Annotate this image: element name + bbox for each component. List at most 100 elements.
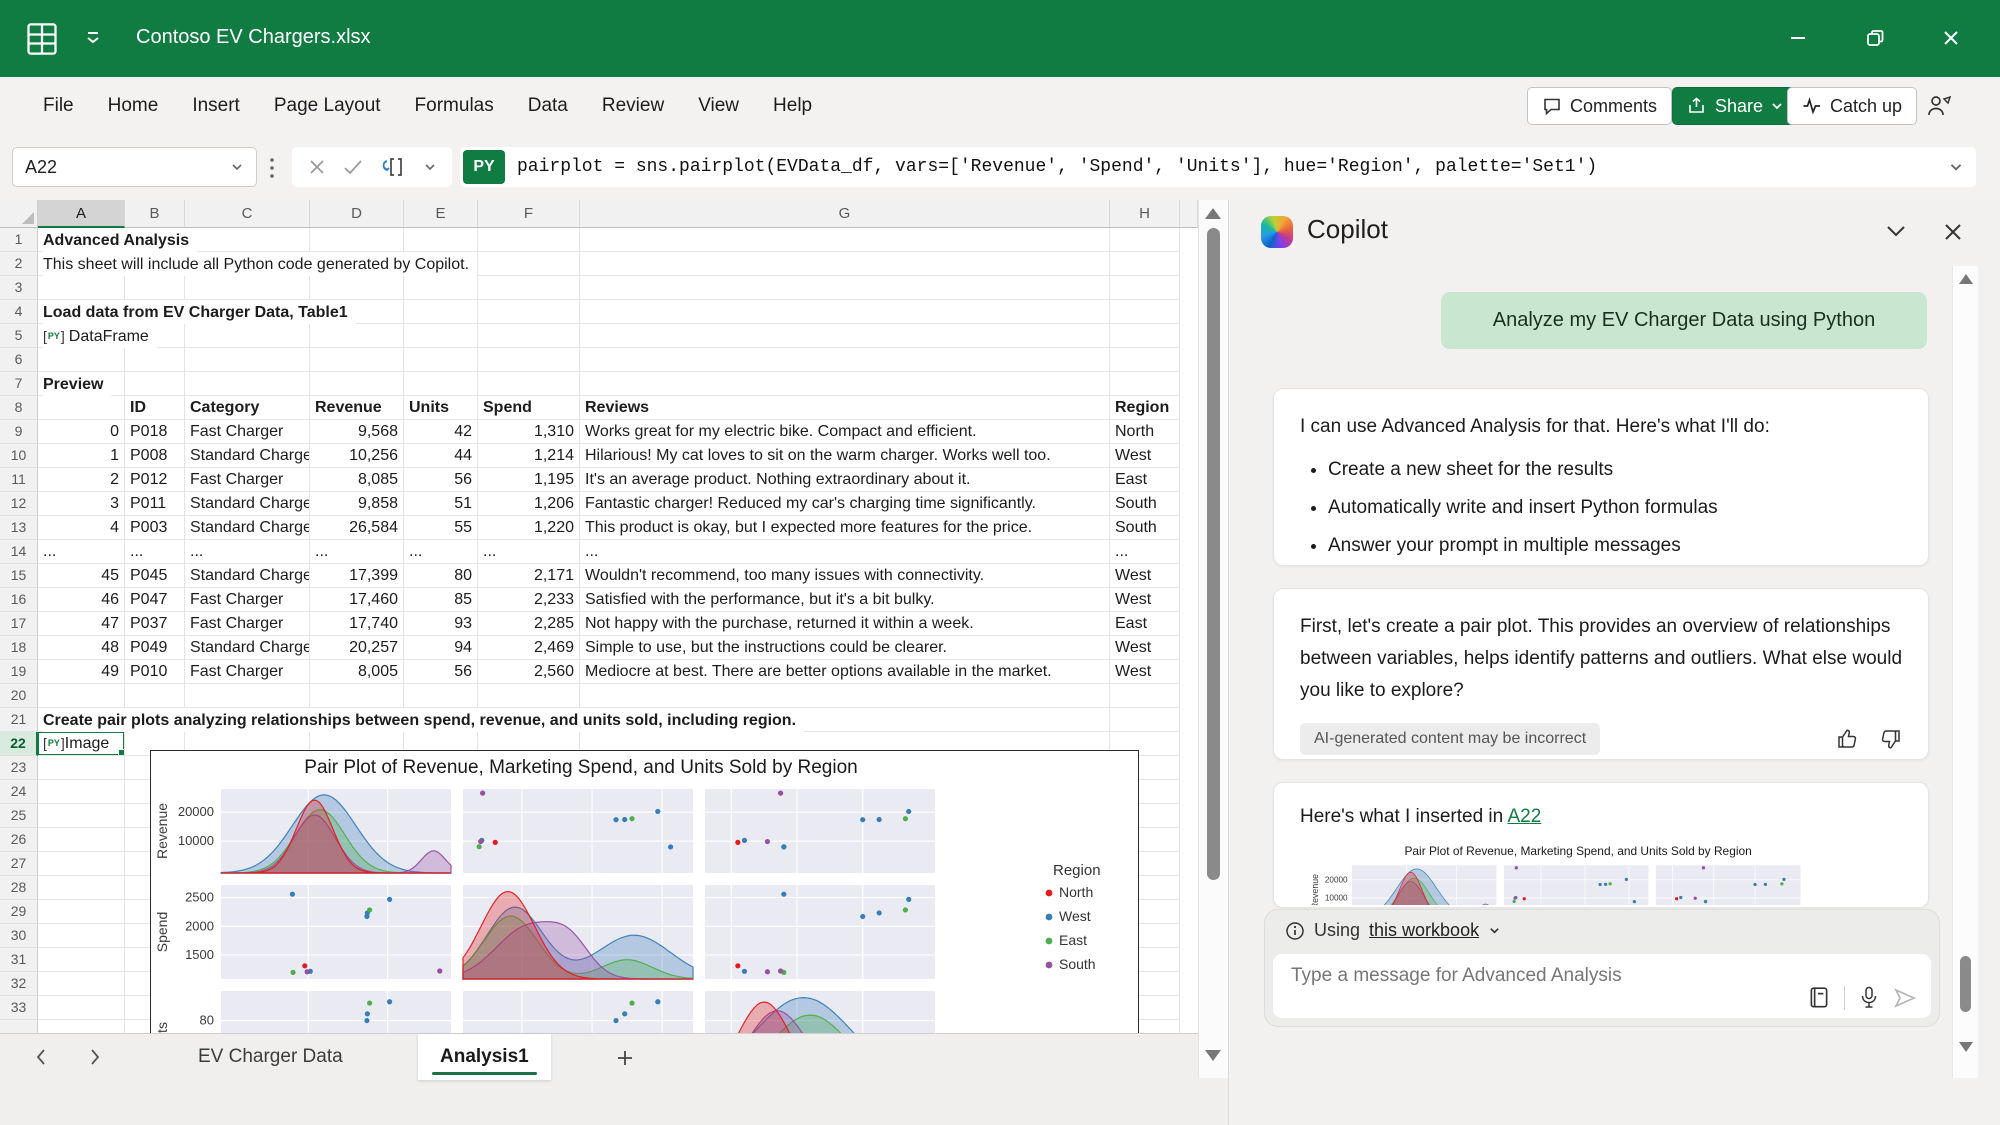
cell-H3[interactable] [1110, 276, 1180, 300]
cell-C15[interactable]: Standard Charger [185, 564, 310, 588]
collapse-chevron-icon[interactable] [84, 30, 102, 46]
cell-D1[interactable] [310, 228, 404, 252]
cell-A33[interactable] [38, 996, 125, 1020]
cell-E17[interactable]: 93 [404, 612, 478, 636]
copilot-scroll-down-icon[interactable] [1959, 1042, 1973, 1052]
formula-actions-chevron-icon[interactable] [423, 160, 437, 174]
menu-tab-formulas[interactable]: Formulas [398, 77, 511, 134]
cell-G18[interactable]: Simple to use, but the instructions coul… [580, 636, 1110, 660]
cell-G11[interactable]: It's an average product. Nothing extraor… [580, 468, 1110, 492]
cell-G12[interactable]: Fantastic charger! Reduced my car's char… [580, 492, 1110, 516]
cell-A34[interactable] [38, 1020, 125, 1033]
cell-A22[interactable]: [PY]Image [38, 732, 125, 756]
cell-H6[interactable] [1110, 348, 1180, 372]
cell-C10[interactable]: Standard Charger [185, 444, 310, 468]
column-header-F[interactable]: F [478, 200, 580, 228]
cell-G13[interactable]: This product is okay, but I expected mor… [580, 516, 1110, 540]
cell-A23[interactable] [38, 756, 125, 780]
cell-A11[interactable]: 2 [38, 468, 125, 492]
cell-B14[interactable]: ... [125, 540, 185, 564]
scope-chevron-icon[interactable] [1488, 924, 1501, 937]
row-header-33[interactable]: 33 [0, 996, 38, 1020]
cell-A18[interactable]: 48 [38, 636, 125, 660]
row-header-13[interactable]: 13 [0, 516, 38, 540]
cell-H2[interactable] [1110, 252, 1180, 276]
cell-F7[interactable] [478, 372, 580, 396]
cell-A12[interactable]: 3 [38, 492, 125, 516]
cell-B3[interactable] [125, 276, 185, 300]
row-header-28[interactable]: 28 [0, 876, 38, 900]
cell-a22-link[interactable]: A22 [1507, 806, 1541, 827]
more-options-icon[interactable] [268, 156, 276, 180]
cell-E3[interactable] [404, 276, 478, 300]
cell-C12[interactable]: Standard Charger [185, 492, 310, 516]
cell-F8[interactable]: Spend [478, 396, 580, 420]
row-header-32[interactable]: 32 [0, 972, 38, 996]
cell-H20[interactable] [1110, 684, 1180, 708]
row-header-22[interactable]: 22 [0, 732, 38, 756]
row-header-10[interactable]: 10 [0, 444, 38, 468]
cell-H1[interactable] [1110, 228, 1180, 252]
cell-B10[interactable]: P008 [125, 444, 185, 468]
formula-text[interactable]: pairplot = sns.pairplot(EVData_df, vars=… [517, 157, 1948, 177]
row-header-23[interactable]: 23 [0, 756, 38, 780]
cell-C19[interactable]: Fast Charger [185, 660, 310, 684]
cell-E11[interactable]: 56 [404, 468, 478, 492]
cell-H21[interactable] [1110, 708, 1180, 732]
cell-H5[interactable] [1110, 324, 1180, 348]
cell-C18[interactable]: Standard Charger [185, 636, 310, 660]
cell-F17[interactable]: 2,285 [478, 612, 580, 636]
cell-E9[interactable]: 42 [404, 420, 478, 444]
message-input[interactable] [1289, 964, 1723, 988]
mic-icon[interactable] [1859, 986, 1879, 1010]
cell-B13[interactable]: P003 [125, 516, 185, 540]
menu-tab-insert[interactable]: Insert [175, 77, 257, 134]
cell-D7[interactable] [310, 372, 404, 396]
cell-B19[interactable]: P010 [125, 660, 185, 684]
cell-D17[interactable]: 17,740 [310, 612, 404, 636]
cancel-icon[interactable] [307, 157, 327, 177]
cell-A28[interactable] [38, 876, 125, 900]
cell-A7-overflow-text[interactable]: Preview [43, 372, 111, 396]
pairplot-chart-object[interactable]: Pair Plot of Revenue, Marketing Spend, a… [150, 750, 1139, 1033]
name-box[interactable]: A22 [12, 147, 257, 187]
cell-D3[interactable] [310, 276, 404, 300]
cell-F3[interactable] [478, 276, 580, 300]
cell-E4[interactable] [404, 300, 478, 324]
cell-A15[interactable]: 45 [38, 564, 125, 588]
cell-C20[interactable] [185, 684, 310, 708]
scroll-down-icon[interactable] [1205, 1050, 1221, 1061]
row-header-31[interactable]: 31 [0, 948, 38, 972]
cell-F1[interactable] [478, 228, 580, 252]
menu-tab-view[interactable]: View [681, 77, 756, 134]
cell-B18[interactable]: P049 [125, 636, 185, 660]
cell-D10[interactable]: 10,256 [310, 444, 404, 468]
column-header-G[interactable]: G [580, 200, 1110, 228]
cell-F9[interactable]: 1,310 [478, 420, 580, 444]
cell-A1-overflow-text[interactable]: Advanced Analysis [43, 228, 197, 252]
cell-G3[interactable] [580, 276, 1110, 300]
row-header-27[interactable]: 27 [0, 852, 38, 876]
thumbs-up-icon[interactable] [1836, 727, 1860, 751]
cell-F12[interactable]: 1,206 [478, 492, 580, 516]
menu-tab-review[interactable]: Review [585, 77, 681, 134]
spreadsheet-grid[interactable]: ABCDEFGH 1Advanced Analysis2This sheet w… [0, 200, 1198, 1033]
cell-E18[interactable]: 94 [404, 636, 478, 660]
cell-G17[interactable]: Not happy with the purchase, returned it… [580, 612, 1110, 636]
cell-H14[interactable]: ... [1110, 540, 1180, 564]
cell-C1[interactable] [185, 228, 310, 252]
column-header-B[interactable]: B [125, 200, 185, 228]
row-header-14[interactable]: 14 [0, 540, 38, 564]
menu-tab-home[interactable]: Home [91, 77, 176, 134]
cell-E10[interactable]: 44 [404, 444, 478, 468]
cell-D8[interactable]: Revenue [310, 396, 404, 420]
cell-B20[interactable] [125, 684, 185, 708]
cell-F5[interactable] [478, 324, 580, 348]
cell-E1[interactable] [404, 228, 478, 252]
row-header-3[interactable]: 3 [0, 276, 38, 300]
cell-A27[interactable] [38, 852, 125, 876]
cell-H13[interactable]: South [1110, 516, 1180, 540]
select-all-corner[interactable] [0, 200, 38, 228]
cell-F18[interactable]: 2,469 [478, 636, 580, 660]
cell-A17[interactable]: 47 [38, 612, 125, 636]
